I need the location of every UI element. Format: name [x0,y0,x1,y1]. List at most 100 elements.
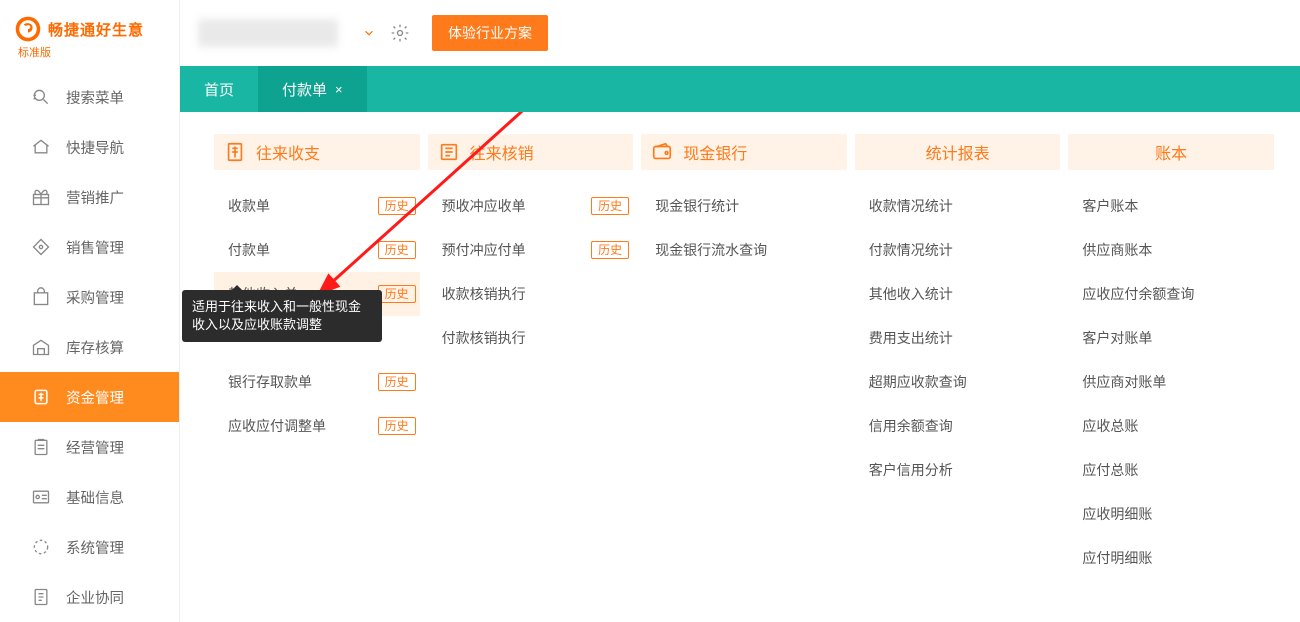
menu-label: 付款核销执行 [442,328,526,348]
brand-name: 畅捷通好生意 [48,19,144,40]
column-header: 现金银行 [641,134,847,170]
menu-item[interactable]: 应付总账 [1068,448,1274,492]
history-badge[interactable]: 历史 [378,417,416,435]
menu-item[interactable]: 付款核销执行 [428,316,634,360]
menu-item[interactable]: 信用余额查询 [855,404,1061,448]
bag-icon [30,286,52,308]
home-icon [30,136,52,158]
gear-icon[interactable] [390,23,410,43]
nav-label: 系统管理 [66,537,124,558]
column-title: 往来收支 [256,140,320,164]
search-icon [30,86,52,108]
history-badge[interactable]: 历史 [378,373,416,391]
history-badge[interactable]: 历史 [591,241,629,259]
column-title: 往来核销 [470,140,534,164]
menu-label: 应收总账 [1082,416,1138,436]
menu-item[interactable]: 应收明细账 [1068,492,1274,536]
nav-item-search[interactable]: 搜索菜单 [0,72,179,122]
menu-item[interactable]: 超期应收款查询 [855,360,1061,404]
menu-label: 应收应付调整单 [228,416,326,436]
nav-item-marketing[interactable]: 营销推广 [0,172,179,222]
menu-item-bank-transfer[interactable]: 银行存取款单 历史 [214,360,420,404]
tab-payment-slip[interactable]: 付款单 × [258,66,367,112]
menu-item[interactable]: 应收应付余额查询 [1068,272,1274,316]
history-badge[interactable]: 历史 [378,241,416,259]
menu-item[interactable]: 预付冲应付单 历史 [428,228,634,272]
menu-label: 其他收入统计 [869,284,953,304]
menu-item[interactable]: 现金银行流水查询 [641,228,847,272]
nav-item-sales[interactable]: 销售管理 [0,222,179,272]
menu-label: 收款核销执行 [442,284,526,304]
nav-item-collab[interactable]: 企业协同 [0,572,179,622]
menu-item[interactable]: 收款情况统计 [855,184,1061,228]
menu-item[interactable]: 客户对账单 [1068,316,1274,360]
menu-item[interactable]: 应付明细账 [1068,536,1274,580]
nav-item-system[interactable]: 系统管理 [0,522,179,572]
menu-label: 超期应收款查询 [869,372,967,392]
menu-label: 预收冲应收单 [442,196,526,216]
menu-item[interactable]: 费用支出统计 [855,316,1061,360]
menu-label: 应付明细账 [1082,548,1152,568]
brand-logo-icon [14,15,42,43]
menu-label: 应收明细账 [1082,504,1152,524]
menu-item[interactable]: 其他收入统计 [855,272,1061,316]
nav-label: 销售管理 [66,237,124,258]
menu-label: 现金银行统计 [655,196,739,216]
menu-label: 收款情况统计 [869,196,953,216]
chevron-down-icon[interactable] [362,26,376,40]
tooltip-text: 适用于往来收入和一般性现金收入以及应收账款调整 [192,299,361,332]
experience-button[interactable]: 体验行业方案 [432,15,548,51]
history-badge[interactable]: 历史 [591,197,629,215]
warehouse-icon [30,336,52,358]
nav-item-business[interactable]: 经营管理 [0,422,179,472]
nav: 搜索菜单 快捷导航 营销推广 销售管理 采购管理 库存核算 [0,66,179,622]
title-blurred [198,19,338,47]
history-badge[interactable]: 历史 [378,285,416,303]
menu-item[interactable]: 预收冲应收单 历史 [428,184,634,228]
content-area: 往来收支 收款单 历史 付款单 历史 其他收入单? 历史 [180,112,1300,622]
menu-label: 应收应付余额查询 [1082,284,1194,304]
column-header: 账本 [1068,134,1274,170]
brand-edition: 标准版 [0,44,179,66]
tabbar: 首页 付款单 × [180,66,1300,112]
menu-label: 客户账本 [1082,196,1138,216]
menu-item[interactable]: 现金银行统计 [641,184,847,228]
nav-label: 搜索菜单 [66,87,124,108]
menu-item[interactable]: 客户账本 [1068,184,1274,228]
nav-item-stock[interactable]: 库存核算 [0,322,179,372]
main: 体验行业方案 首页 付款单 × 往来收支 [180,0,1300,622]
close-icon[interactable]: × [335,82,343,97]
column-header: 往来核销 [428,134,634,170]
menu-item[interactable]: 供应商对账单 [1068,360,1274,404]
menu-item[interactable]: 付款情况统计 [855,228,1061,272]
nav-item-finance[interactable]: 资金管理 [0,372,179,422]
menu-item[interactable]: 收款核销执行 [428,272,634,316]
nav-item-quicknav[interactable]: 快捷导航 [0,122,179,172]
menu-item[interactable]: 应收总账 [1068,404,1274,448]
history-badge[interactable]: 历史 [378,197,416,215]
nav-label: 企业协同 [66,587,124,608]
nav-label: 采购管理 [66,287,124,308]
brand: 畅捷通好生意 [0,0,179,50]
menu-item[interactable]: 客户信用分析 [855,448,1061,492]
tag-icon [30,236,52,258]
tab-label: 付款单 [282,79,327,100]
nav-item-basic[interactable]: 基础信息 [0,472,179,522]
menu-item[interactable]: 供应商账本 [1068,228,1274,272]
menu-label: 客户对账单 [1082,328,1152,348]
nav-item-purchase[interactable]: 采购管理 [0,272,179,322]
menu-label: 银行存取款单 [228,372,312,392]
menu-item-adjustment[interactable]: 应收应付调整单 历史 [214,404,420,448]
column-title: 现金银行 [683,140,747,164]
tab-home[interactable]: 首页 [180,66,258,112]
clipboard-icon [30,436,52,458]
nav-label: 快捷导航 [66,137,124,158]
wallet-icon [649,139,675,165]
menu-label: 供应商对账单 [1082,372,1166,392]
column-reports: 统计报表 收款情况统计 付款情况统计 其他收入统计 费用支出统计 超期应收款查询… [855,134,1061,580]
menu-item-receipt[interactable]: 收款单 历史 [214,184,420,228]
menu-item-payment[interactable]: 付款单 历史 [214,228,420,272]
ledger-icon [436,139,462,165]
info-card-icon [30,486,52,508]
document-icon [30,586,52,608]
